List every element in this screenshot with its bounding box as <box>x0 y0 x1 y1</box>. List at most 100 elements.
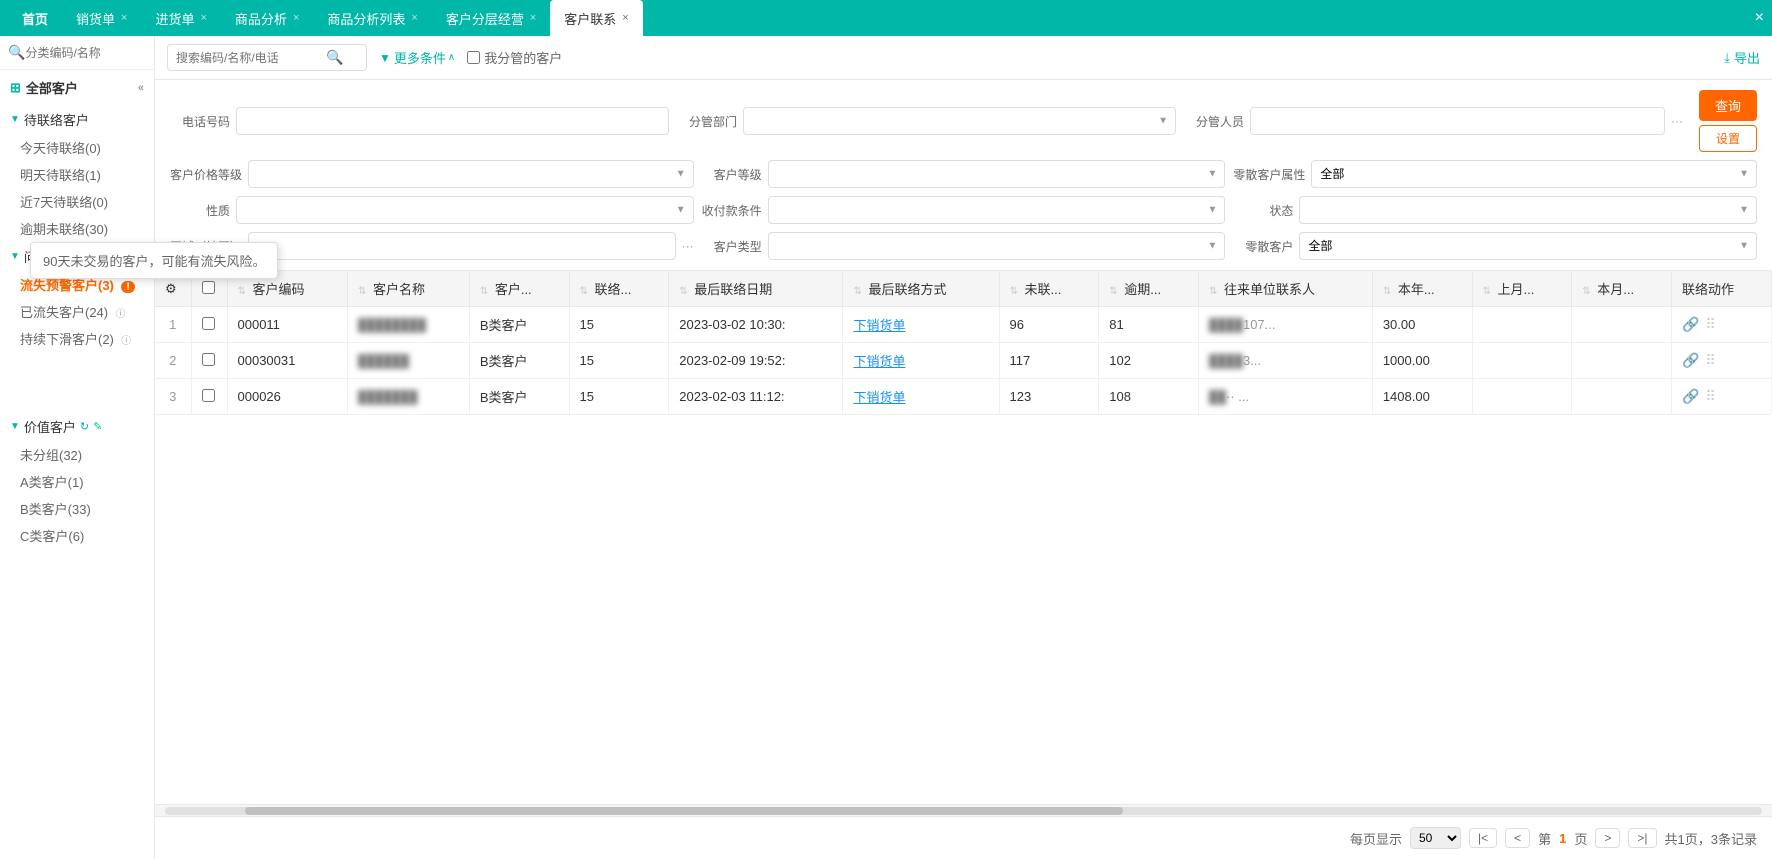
sidebar-item-ungroup[interactable]: 未分组(32) <box>0 441 154 468</box>
th-customer-type-sort-icon: ⇅ <box>480 286 488 297</box>
sidebar-group-pending[interactable]: ▼ 待联络客户 <box>0 105 154 134</box>
row-1-contact: 15 <box>569 307 669 343</box>
sidebar-search-input[interactable] <box>25 46 155 60</box>
row-3-checkbox[interactable] <box>191 379 227 415</box>
filter-status-select[interactable] <box>1299 196 1757 224</box>
sidebar-item-overdue[interactable]: 逾期未联络(30) <box>0 215 154 242</box>
th-overdue-label: 逾期... <box>1124 282 1161 297</box>
query-button[interactable]: 查询 <box>1699 90 1757 121</box>
filter-retail-attr-select[interactable]: 全部 <box>1311 160 1757 188</box>
filter-nature-select[interactable] <box>236 196 694 224</box>
tab-product-analysis[interactable]: 商品分析 × <box>221 0 313 36</box>
row-2-this-year: 1000.00 <box>1372 343 1472 379</box>
my-customers-checkbox[interactable]: 我分管的客户 <box>467 48 562 67</box>
filter-retail-customer-select[interactable]: 全部 <box>1299 232 1757 260</box>
th-contact-person[interactable]: ⇅ 往来单位联系人 <box>1198 271 1372 307</box>
th-last-month[interactable]: ⇅ 上月... <box>1472 271 1572 307</box>
page-first-button[interactable]: |< <box>1469 828 1497 848</box>
page-prev-button[interactable]: < <box>1505 828 1530 848</box>
tab-home[interactable]: 首页 <box>8 0 62 36</box>
tab-customer-contact-close[interactable]: × <box>622 12 628 24</box>
my-customers-checkbox-input[interactable] <box>467 51 480 64</box>
filter-phone: 电话号码 <box>170 107 669 135</box>
row-3-link-icon[interactable]: 🔗 <box>1682 388 1699 405</box>
th-overdue[interactable]: ⇅ 逾期... <box>1099 271 1199 307</box>
row-2-checkbox[interactable] <box>191 343 227 379</box>
row-1-last-method[interactable]: 下销货单 <box>843 307 999 343</box>
row-2-action: 🔗 ⠿ <box>1671 343 1771 379</box>
sidebar-search-box[interactable]: 🔍 <box>0 36 154 70</box>
export-button[interactable]: ⤓ 导出 <box>1724 48 1760 67</box>
tab-product-analysis-list[interactable]: 商品分析列表 × <box>313 0 431 36</box>
th-this-month[interactable]: ⇅ 本月... <box>1572 271 1672 307</box>
tab-customer-contact[interactable]: 客户联系 × <box>550 0 642 36</box>
horizontal-scrollbar[interactable] <box>155 804 1772 816</box>
th-last-contact-date[interactable]: ⇅ 最后联络日期 <box>669 271 843 307</box>
filter-payment-select[interactable] <box>768 196 1226 224</box>
row-2-more-icon[interactable]: ⠿ <box>1705 352 1715 369</box>
th-unlink-days[interactable]: ⇅ 未联... <box>999 271 1099 307</box>
sidebar-item-class-a[interactable]: A类客户(1) <box>0 468 154 495</box>
row-3-more-icon[interactable]: ⠿ <box>1705 388 1715 405</box>
th-contact[interactable]: ⇅ 联络... <box>569 271 669 307</box>
sidebar-item-today[interactable]: 今天待联络(0) <box>0 134 154 161</box>
filter-price-grade-select[interactable] <box>248 160 694 188</box>
toolbar-search-input[interactable] <box>176 51 326 65</box>
select-all-checkbox[interactable] <box>202 281 215 294</box>
filter-customer-grade-select[interactable] <box>768 160 1226 188</box>
filter-manager-input[interactable] <box>1250 107 1665 135</box>
row-1-link-icon[interactable]: 🔗 <box>1682 316 1699 333</box>
filter-customer-type-select[interactable] <box>768 232 1226 260</box>
sidebar-item-declining[interactable]: 持续下滑客户(2) ⓘ <box>0 325 154 352</box>
tooltip-text: 90天未交易的客户，可能有流失风险。 <box>43 254 155 269</box>
filter-retail-attr-wrapper: 全部 ▼ <box>1311 160 1757 188</box>
sidebar-all-customers[interactable]: ⊞ 全部客户 « <box>0 70 154 105</box>
sidebar-item-7days[interactable]: 近7天待联络(0) <box>0 188 154 215</box>
sidebar-item-churned[interactable]: 已流失客户(24) ⓘ <box>0 298 154 325</box>
th-name[interactable]: ⇅ 客户名称 <box>347 271 469 307</box>
scrollbar-thumb[interactable] <box>245 807 1123 815</box>
toolbar-search-box[interactable]: 🔍 <box>167 44 367 71</box>
row-1-more-icon[interactable]: ⠿ <box>1705 316 1715 333</box>
refresh-icon[interactable]: ↻ <box>80 420 89 433</box>
filter-phone-input[interactable] <box>236 107 669 135</box>
row-3-name: ███████ <box>347 379 469 415</box>
sidebar-item-class-c[interactable]: C类客户(6) <box>0 522 154 549</box>
tab-customer-tier[interactable]: 客户分层经营 × <box>432 0 550 36</box>
page-next-button[interactable]: > <box>1595 828 1620 848</box>
page-last-button[interactable]: >| <box>1628 828 1656 848</box>
row-2-link-icon[interactable]: 🔗 <box>1682 352 1699 369</box>
row-2-last-method[interactable]: 下销货单 <box>843 343 999 379</box>
tab-product-analysis-list-close[interactable]: × <box>411 12 417 24</box>
tab-purchase-label: 进货单 <box>155 9 194 28</box>
tab-purchase-close[interactable]: × <box>200 12 206 24</box>
tab-purchase[interactable]: 进货单 × <box>141 0 220 36</box>
tab-sales[interactable]: 销货单 × <box>62 0 141 36</box>
content-area: 🔍 ▼ 更多条件 ∧ 我分管的客户 ⤓ 导出 <box>155 36 1772 859</box>
toolbar-search-button[interactable]: 🔍 <box>326 49 343 66</box>
row-1-code: 000011 <box>227 307 347 343</box>
sidebar-item-class-b[interactable]: B类客户(33) <box>0 495 154 522</box>
tab-sales-close[interactable]: × <box>121 12 127 24</box>
customer-table: ⚙ ⇅ 客户编码 ⇅ 客户名称 <box>155 271 1772 415</box>
settings-button[interactable]: 设置 <box>1699 125 1757 152</box>
filter-region-more[interactable]: ··· <box>682 239 694 253</box>
filter-dept-select[interactable] <box>743 107 1176 135</box>
sidebar-group-value[interactable]: ▼ 价值客户 ↻ ✎ <box>0 412 154 441</box>
row-3-last-method[interactable]: 下销货单 <box>843 379 999 415</box>
tab-product-analysis-close[interactable]: × <box>293 12 299 24</box>
th-last-contact-method[interactable]: ⇅ 最后联络方式 <box>843 271 999 307</box>
toolbar-filter-button[interactable]: ▼ 更多条件 ∧ <box>379 48 455 67</box>
window-close-button[interactable]: × <box>1755 9 1764 27</box>
per-page-select[interactable]: 50 20 100 <box>1410 827 1461 849</box>
th-this-year[interactable]: ⇅ 本年... <box>1372 271 1472 307</box>
th-customer-type[interactable]: ⇅ 客户... <box>469 271 569 307</box>
tab-customer-tier-close[interactable]: × <box>530 12 536 24</box>
sidebar-item-tomorrow[interactable]: 明天待联络(1) <box>0 161 154 188</box>
edit-icon[interactable]: ✎ <box>93 420 102 433</box>
filter-manager-more[interactable]: ··· <box>1671 114 1683 128</box>
row-1-checkbox[interactable] <box>191 307 227 343</box>
filter-region-input[interactable] <box>248 232 676 260</box>
churned-info-icon: ⓘ <box>115 309 125 320</box>
th-code-label: 客户编码 <box>253 282 305 297</box>
